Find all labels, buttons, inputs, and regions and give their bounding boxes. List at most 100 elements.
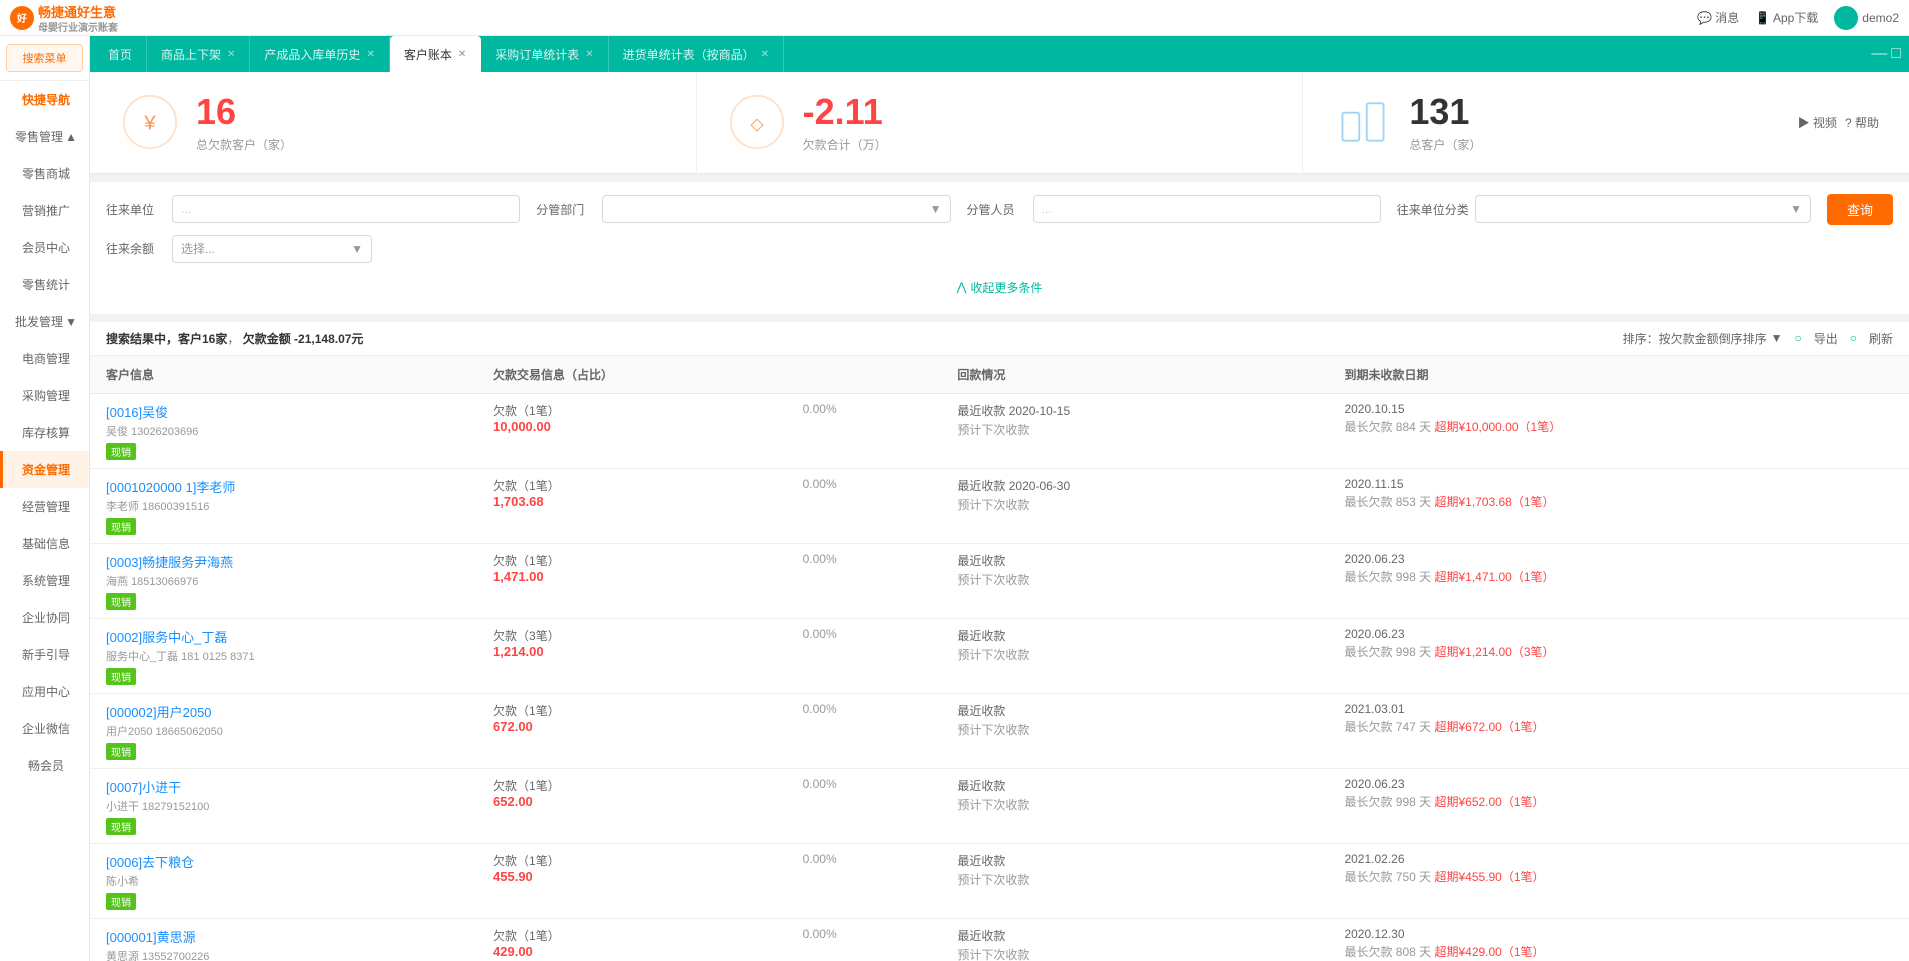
debt-info-cell: 欠款（1笔） 10,000.00: [477, 393, 787, 468]
sidebar-item-newbie[interactable]: 新手引导: [0, 636, 89, 673]
person-input[interactable]: ...: [1033, 195, 1381, 223]
from-unit-input[interactable]: ...: [172, 195, 520, 223]
debt-amount[interactable]: 1,214.00: [493, 644, 771, 659]
video-btn[interactable]: ▶ 视频: [1798, 114, 1837, 131]
overdue-link[interactable]: 超期¥10,000.00（1笔）: [1434, 420, 1561, 434]
debt-amount[interactable]: 455.90: [493, 869, 771, 884]
debt-count: 欠款（1笔）: [493, 702, 771, 719]
due-date: 2021.02.26: [1344, 852, 1893, 866]
sidebar-item-retail-stats[interactable]: 零售统计: [0, 266, 89, 303]
dept-select[interactable]: ▼: [602, 195, 950, 223]
sidebar-item-wechat[interactable]: 企业微信: [0, 710, 89, 747]
tab-maximize-icon[interactable]: □: [1891, 45, 1901, 63]
due-date: 2020.11.15: [1344, 477, 1893, 491]
customer-name[interactable]: [0016]吴俊: [106, 402, 461, 421]
debt-amount[interactable]: 652.00: [493, 794, 771, 809]
sidebar-item-basic-info[interactable]: 基础信息: [0, 525, 89, 562]
tab-close-products[interactable]: ✕: [227, 49, 235, 60]
debt-amount[interactable]: 672.00: [493, 719, 771, 734]
sidebar-item-vip[interactable]: 畅会员: [0, 747, 89, 784]
customer-name[interactable]: [000002]用户2050: [106, 702, 461, 721]
due-date: 2020.12.30: [1344, 927, 1893, 941]
payment-status-cell: 最近收款 预计下次收款: [941, 618, 1328, 693]
stat-info-debt-amount: -2.11 欠款合计（万）: [803, 92, 1273, 153]
overdue-link[interactable]: 超期¥1,703.68（1笔）: [1434, 495, 1554, 509]
tab-close-import[interactable]: ✕: [761, 49, 769, 60]
debt-percent-cell: 0.00%: [787, 843, 942, 918]
tab-production[interactable]: 产成品入库单历史 ✕: [250, 36, 389, 72]
search-menu-button[interactable]: 搜索菜单: [6, 44, 83, 72]
filter-dept: 分管部门 ▼: [536, 195, 950, 223]
recent-payment: 最近收款: [957, 627, 1312, 644]
customer-name[interactable]: [0002]服务中心_丁磊: [106, 627, 461, 646]
customer-name[interactable]: [0001020000 1]李老师: [106, 477, 461, 496]
unit-category-arrow-icon: ▼: [1790, 202, 1802, 216]
tab-close-production[interactable]: ✕: [366, 49, 374, 60]
sidebar-item-app-center[interactable]: 应用中心: [0, 673, 89, 710]
tab-close-purchase[interactable]: ✕: [585, 49, 593, 60]
due-date: 2020.06.23: [1344, 552, 1893, 566]
debt-amount[interactable]: 1,703.68: [493, 494, 771, 509]
unit-category-select[interactable]: ▼: [1475, 195, 1811, 223]
result-summary: 搜索结果中，客户16家， 欠款金额 -21,148.07元 排序：按欠款金额倒序…: [90, 322, 1909, 356]
customer-badge: 现销: [106, 668, 136, 685]
tab-purchase-order[interactable]: 采购订单统计表 ✕: [481, 36, 608, 72]
svg-text:◇: ◇: [750, 115, 764, 134]
tab-import-stats[interactable]: 进货单统计表（按商品） ✕: [609, 36, 784, 72]
customer-badge: 现销: [106, 893, 136, 910]
overdue-link[interactable]: 超期¥672.00（1笔）: [1434, 720, 1544, 734]
sidebar-item-members[interactable]: 会员中心: [0, 229, 89, 266]
tab-products[interactable]: 商品上下架 ✕: [147, 36, 250, 72]
user-info[interactable]: demo2: [1834, 6, 1899, 30]
debt-amount[interactable]: 1,471.00: [493, 569, 771, 584]
export-button[interactable]: 导出: [1814, 330, 1838, 347]
sidebar-item-system[interactable]: 系统管理: [0, 562, 89, 599]
debt-amount[interactable]: 429.00: [493, 944, 771, 959]
collapse-button[interactable]: ⋀ 收起更多条件: [106, 273, 1893, 302]
sidebar-item-retail-store[interactable]: 零售商城: [0, 155, 89, 192]
sidebar-item-inventory[interactable]: 库存核算: [0, 414, 89, 451]
sidebar-item-capital[interactable]: 资金管理: [0, 451, 89, 488]
sidebar-item-enterprise[interactable]: 企业协同: [0, 599, 89, 636]
balance-select[interactable]: 选择... ▼: [172, 235, 372, 263]
due-date-cell: 2020.06.23 最长欠款 998 天 超期¥1,214.00（3笔）: [1328, 618, 1909, 693]
due-date-cell: 2020.06.23 最长欠款 998 天 超期¥1,471.00（1笔）: [1328, 543, 1909, 618]
app-download-btn[interactable]: 📱 App下载: [1755, 9, 1818, 26]
sidebar-search-section: 搜索菜单: [0, 36, 89, 81]
overdue-link[interactable]: 超期¥429.00（1笔）: [1434, 945, 1544, 959]
customer-name[interactable]: [0003]畅捷服务尹海燕: [106, 552, 461, 571]
tab-close-customer[interactable]: ✕: [458, 49, 466, 60]
sidebar-item-ecommerce[interactable]: 电商管理: [0, 340, 89, 377]
debt-amount[interactable]: 10,000.00: [493, 419, 771, 434]
tab-customer-account[interactable]: 客户账本 ✕: [390, 36, 481, 72]
help-btn[interactable]: ? 帮助: [1845, 114, 1879, 131]
th-customer-info: 客户信息: [90, 356, 477, 394]
overdue-link[interactable]: 超期¥1,471.00（1笔）: [1434, 570, 1554, 584]
sidebar-item-quick-nav[interactable]: 快捷导航: [0, 81, 89, 118]
message-btn[interactable]: 💬 消息: [1697, 9, 1739, 26]
sort-button[interactable]: 排序：按欠款金额倒序排序 ▼: [1623, 330, 1783, 347]
overdue-link[interactable]: 超期¥1,214.00（3笔）: [1434, 645, 1554, 659]
sidebar-item-operations[interactable]: 经营管理: [0, 488, 89, 525]
query-button[interactable]: 查询: [1827, 194, 1893, 225]
sidebar-item-marketing[interactable]: 营销推广: [0, 192, 89, 229]
overdue-link[interactable]: 超期¥652.00（1笔）: [1434, 795, 1544, 809]
balance-label: 往来余额: [106, 240, 166, 257]
sidebar-item-wholesale[interactable]: 批发管理 ▼: [0, 303, 89, 340]
stat-card-debt-customers: ¥ 16 总欠款客户（家）: [90, 72, 697, 173]
tab-home[interactable]: 首页: [94, 36, 147, 72]
debt-count: 欠款（1笔）: [493, 777, 771, 794]
sidebar-item-purchase[interactable]: 采购管理: [0, 377, 89, 414]
sidebar-item-retail-mgmt[interactable]: 零售管理 ▲: [0, 118, 89, 155]
customer-name[interactable]: [000001]黄思源: [106, 927, 461, 946]
debt-percent: 0.00%: [803, 402, 926, 416]
overdue-link[interactable]: 超期¥455.90（1笔）: [1434, 870, 1544, 884]
table-header-row: 客户信息 欠款交易信息（占比） 回款情况 到期未收款日期: [90, 356, 1909, 394]
tab-minimize-icon[interactable]: —: [1871, 45, 1887, 63]
refresh-button[interactable]: 刷新: [1869, 330, 1893, 347]
stat-info-total-customers: 131 总客户（家）: [1409, 92, 1781, 153]
right-panel: 首页 商品上下架 ✕ 产成品入库单历史 ✕ 客户账本 ✕ 采购订单统计表 ✕: [90, 36, 1909, 961]
customer-name[interactable]: [0006]去下粮仓: [106, 852, 461, 871]
customer-name[interactable]: [0007]小进干: [106, 777, 461, 796]
stats-row: ¥ 16 总欠款客户（家） ◇: [90, 72, 1909, 174]
